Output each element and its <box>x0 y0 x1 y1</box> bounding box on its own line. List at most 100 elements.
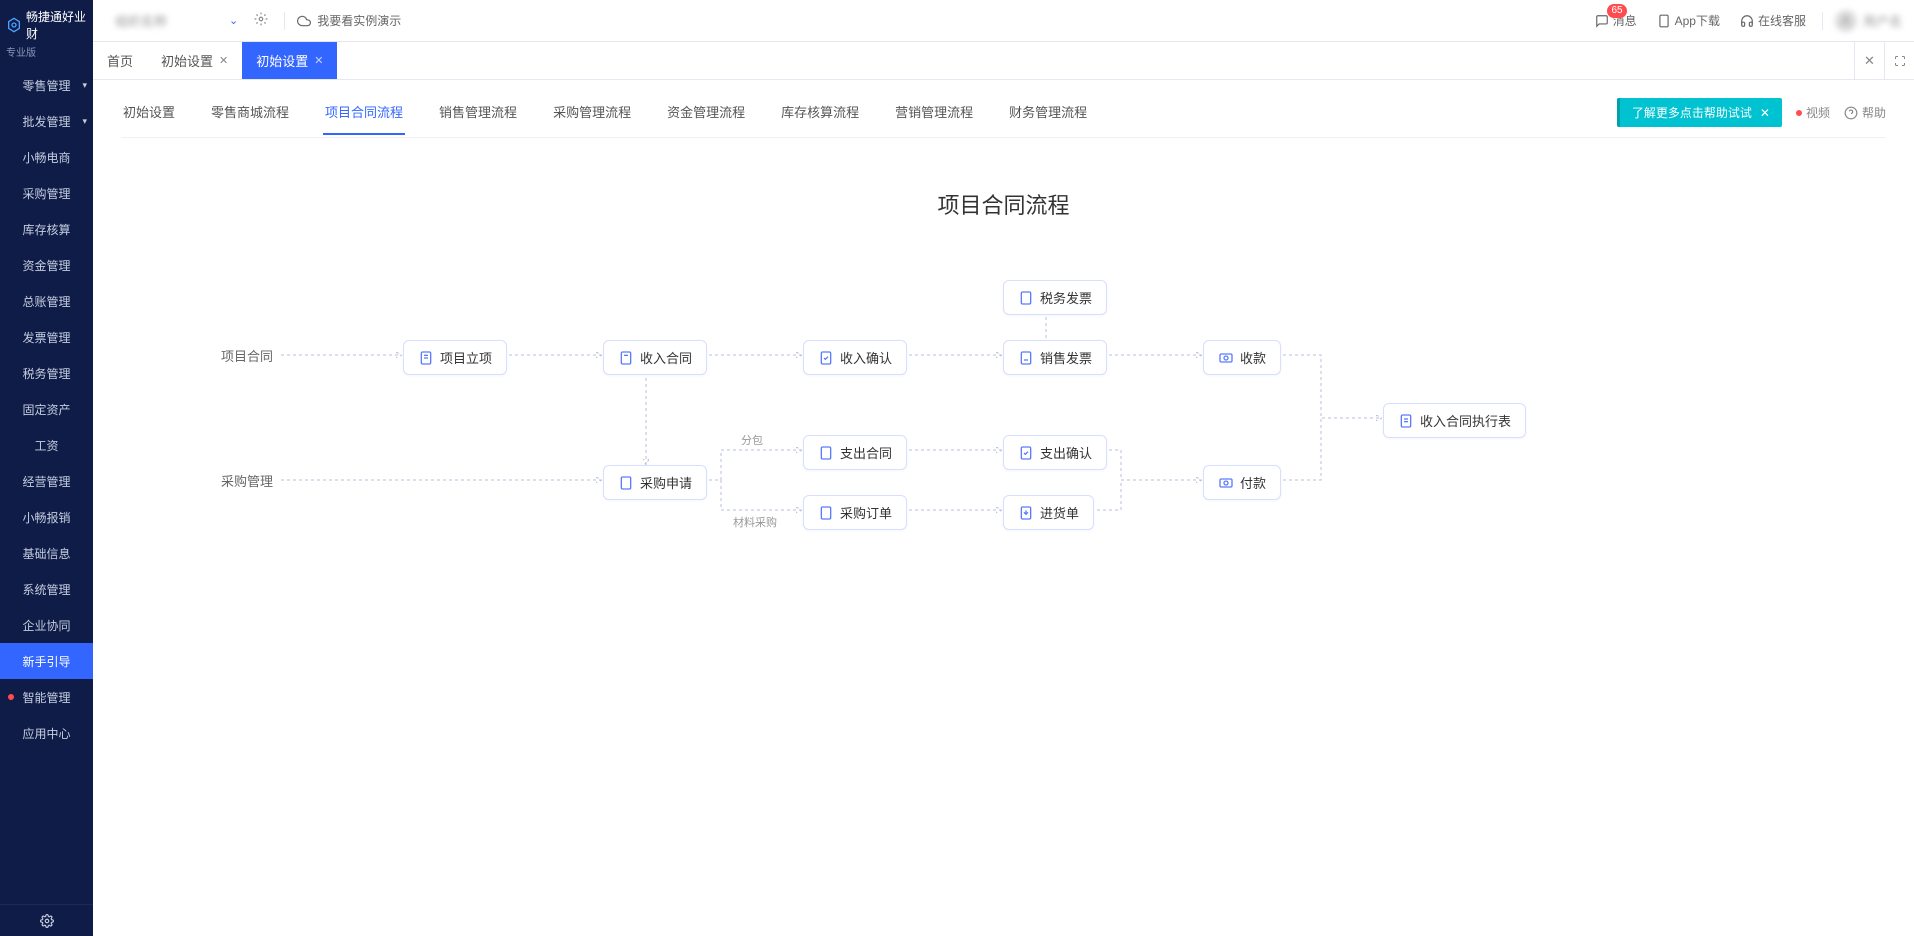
tab[interactable]: 首页 <box>93 42 147 79</box>
sidebar-item[interactable]: 库存核算 <box>0 211 93 247</box>
sidebar-item[interactable]: 系统管理 <box>0 571 93 607</box>
doc-icon <box>818 350 834 366</box>
brand-edition: 专业版 <box>6 44 87 59</box>
flow-node-zcqr[interactable]: 支出确认 <box>1003 435 1107 470</box>
invoice-icon <box>1018 350 1034 366</box>
gear-icon <box>254 12 268 26</box>
sidebar-item[interactable]: 新手引导 <box>0 643 93 679</box>
help-tip-text: 了解更多点击帮助试试 <box>1632 104 1752 121</box>
tabs-fullscreen-button[interactable] <box>1884 42 1914 79</box>
sidebar-item[interactable]: 固定资产 <box>0 391 93 427</box>
sidebar-item[interactable]: 零售管理▾ <box>0 67 93 103</box>
flow-node-xsfp[interactable]: 销售发票 <box>1003 340 1107 375</box>
flow-node-sk[interactable]: 收款 <box>1203 340 1281 375</box>
sidebar-item-label: 资金管理 <box>22 257 70 274</box>
sidebar-item-label: 批发管理 <box>22 113 70 130</box>
avatar-icon <box>1835 10 1857 32</box>
sidebar-item-label: 新手引导 <box>22 653 70 670</box>
org-settings-button[interactable] <box>250 8 272 33</box>
sidebar-item[interactable]: 智能管理 <box>0 679 93 715</box>
help-label: 帮助 <box>1862 104 1886 121</box>
subtab[interactable]: 财务管理流程 <box>1007 102 1089 134</box>
tab-label: 初始设置 <box>161 51 213 70</box>
subtab[interactable]: 采购管理流程 <box>551 102 633 134</box>
subtab[interactable]: 营销管理流程 <box>893 102 975 134</box>
sidebar-item-label: 零售管理 <box>22 77 70 94</box>
order-icon <box>818 505 834 521</box>
messages-badge: 65 <box>1607 4 1626 18</box>
sidebar-nav: 零售管理▾批发管理▾小畅电商采购管理库存核算资金管理总账管理发票管理税务管理固定… <box>0 67 93 904</box>
record-dot-icon <box>1796 110 1802 116</box>
sidebar-item-label: 税务管理 <box>22 365 70 382</box>
sidebar-item[interactable]: 经营管理 <box>0 463 93 499</box>
flow-node-zcht[interactable]: 支出合同 <box>803 435 907 470</box>
brand-logo-icon <box>6 17 22 33</box>
sidebar-item[interactable]: 应用中心 <box>0 715 93 751</box>
tab-close-icon[interactable]: ✕ <box>219 54 228 67</box>
flow-node-srhtzxb[interactable]: 收入合同执行表 <box>1383 403 1526 438</box>
sidebar-item[interactable]: 总账管理 <box>0 283 93 319</box>
sidebar-item[interactable]: 小畅电商 <box>0 139 93 175</box>
subtab[interactable]: 资金管理流程 <box>665 102 747 134</box>
org-selector[interactable]: 组织名称 <box>105 7 177 34</box>
online-cs-button[interactable]: 在线客服 <box>1736 8 1810 33</box>
flow-node-xmlx[interactable]: 项目立项 <box>403 340 507 375</box>
flow-branch2-label: 材料采购 <box>733 514 777 530</box>
sidebar-item[interactable]: 小畅报销 <box>0 499 93 535</box>
notification-dot-icon <box>8 694 14 700</box>
sidebar-item-label: 库存核算 <box>22 221 70 238</box>
sidebar-item[interactable]: 税务管理 <box>0 355 93 391</box>
online-cs-label: 在线客服 <box>1758 12 1806 29</box>
tab-close-icon[interactable]: ✕ <box>314 54 323 67</box>
tabs-close-all-button[interactable]: ✕ <box>1854 42 1884 79</box>
help-link[interactable]: 帮助 <box>1844 104 1886 121</box>
sidebar-item-label: 智能管理 <box>22 689 70 706</box>
sidebar-item[interactable]: 采购管理 <box>0 175 93 211</box>
brand-name: 畅捷通好业财 <box>26 8 87 42</box>
help-tip-close[interactable]: ✕ <box>1760 106 1770 120</box>
sidebar-item-label: 工资 <box>34 437 58 454</box>
inbound-icon <box>1018 505 1034 521</box>
user-name: 用户名 <box>1863 11 1902 30</box>
sidebar-item[interactable]: 批发管理▾ <box>0 103 93 139</box>
flow-node-fk[interactable]: 付款 <box>1203 465 1281 500</box>
flow-node-swfp[interactable]: 税务发票 <box>1003 280 1107 315</box>
subtab[interactable]: 初始设置 <box>121 102 177 134</box>
sidebar-item[interactable]: 资金管理 <box>0 247 93 283</box>
sidebar-item[interactable]: 发票管理 <box>0 319 93 355</box>
video-link[interactable]: 视频 <box>1796 104 1830 121</box>
help-icon <box>1844 106 1858 120</box>
flow-node-srqr[interactable]: 收入确认 <box>803 340 907 375</box>
tab[interactable]: 初始设置 ✕ <box>147 42 242 79</box>
subtab[interactable]: 库存核算流程 <box>779 102 861 134</box>
app-download-label: App下载 <box>1675 12 1720 29</box>
invoice-icon <box>1018 290 1034 306</box>
demo-link[interactable]: 我要看实例演示 <box>297 12 401 29</box>
flow-canvas: 项目合同 采购管理 分包 材料采购 项目立项 收入合同 收入确认 销售发票 税务… <box>121 260 1886 660</box>
tab[interactable]: 初始设置 ✕ <box>242 42 337 79</box>
sidebar-item[interactable]: 企业协同 <box>0 607 93 643</box>
money-out-icon <box>1218 475 1234 491</box>
flow-node-cgsq[interactable]: 采购申请 <box>603 465 707 500</box>
divider <box>284 12 285 30</box>
user-menu[interactable]: 用户名 <box>1835 10 1902 32</box>
flow-row2-label: 采购管理 <box>221 471 273 490</box>
subtab[interactable]: 销售管理流程 <box>437 102 519 134</box>
flow-node-jhd[interactable]: 进货单 <box>1003 495 1094 530</box>
subtab[interactable]: 项目合同流程 <box>323 102 405 135</box>
mobile-icon <box>1657 14 1671 28</box>
sidebar-item[interactable]: 基础信息 <box>0 535 93 571</box>
sidebar-settings-button[interactable] <box>0 904 93 936</box>
flow-node-srht[interactable]: 收入合同 <box>603 340 707 375</box>
report-icon <box>1398 413 1414 429</box>
subtab[interactable]: 零售商城流程 <box>209 102 291 134</box>
chevron-down-icon[interactable]: ⌄ <box>229 14 238 27</box>
app-download-button[interactable]: App下载 <box>1653 8 1724 33</box>
flow-node-cgdd[interactable]: 采购订单 <box>803 495 907 530</box>
tab-label: 初始设置 <box>256 51 308 70</box>
sidebar-item[interactable]: 工资 <box>0 427 93 463</box>
messages-button[interactable]: 消息 65 <box>1591 8 1641 33</box>
sidebar-item-label: 发票管理 <box>22 329 70 346</box>
topbar: 组织名称 ⌄ 我要看实例演示 消息 65 App下载 <box>93 0 1914 42</box>
cloud-icon <box>297 14 311 28</box>
